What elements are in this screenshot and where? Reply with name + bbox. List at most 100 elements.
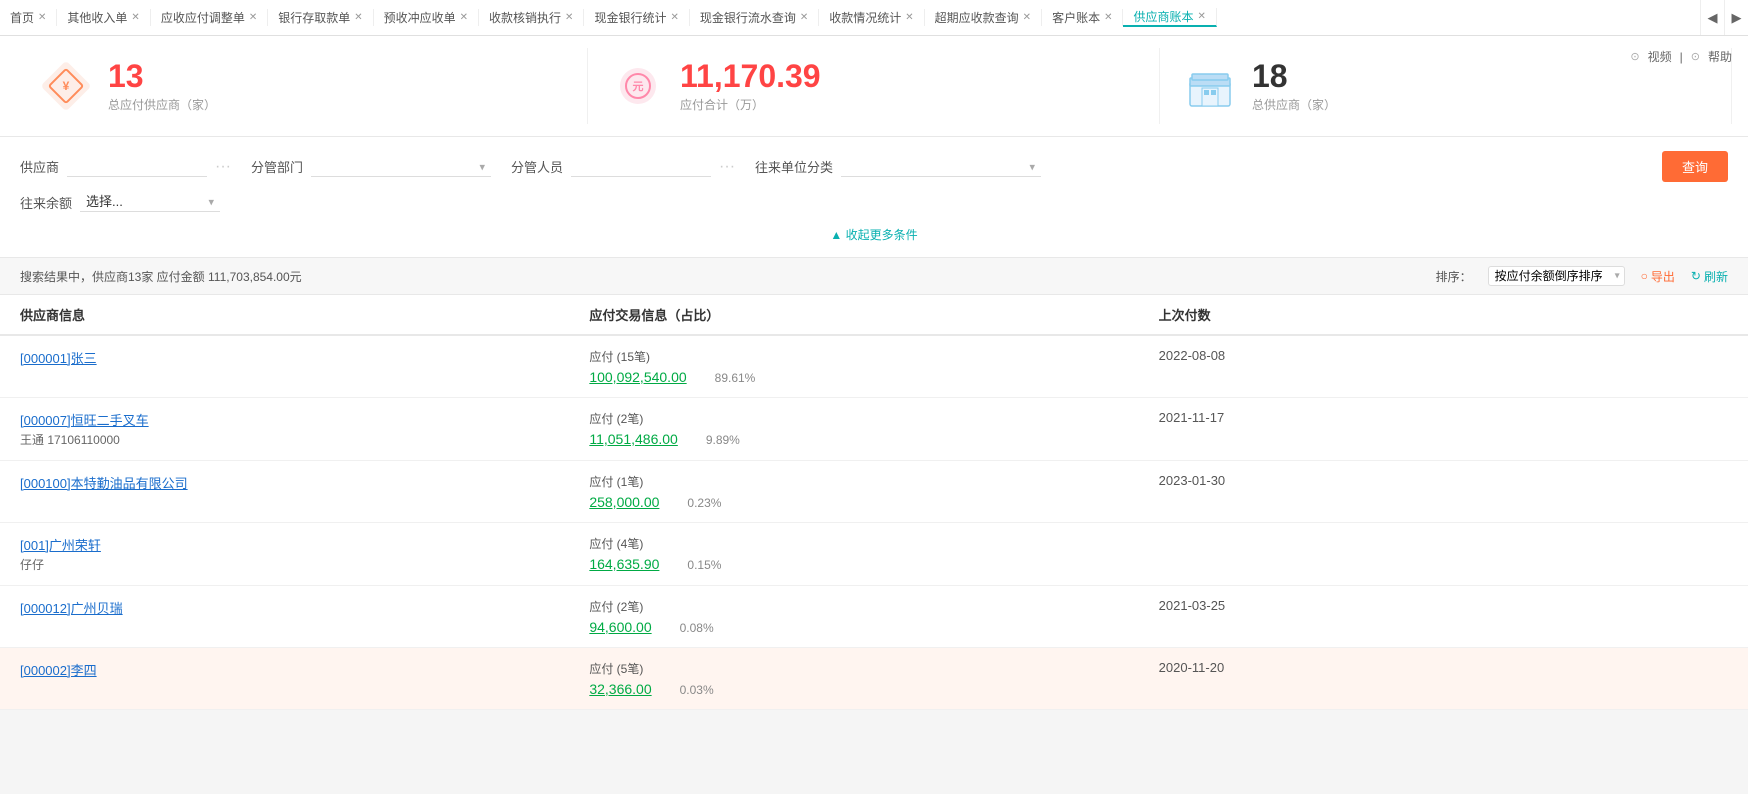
person-dots-icon[interactable]: ··· [719, 158, 735, 176]
search-row-1: 供应商 ··· 分管部门 分管人员 ··· 往来单位分类 查询 [20, 151, 1728, 182]
supplier-link[interactable]: [000012]广州贝瑞 [20, 601, 123, 616]
pay-amount-link[interactable]: 258,000.00 [589, 494, 659, 510]
supplier-link[interactable]: [000007]恒旺二手叉车 [20, 413, 149, 428]
supplier-dots-icon[interactable]: ··· [215, 158, 231, 176]
tab-label: 客户账本 [1052, 9, 1100, 26]
tab-close-icon[interactable]: ✕ [249, 12, 257, 23]
balance-select[interactable]: 选择... [80, 192, 220, 212]
stat-payable-total: 元 11,170.39 应付合计（万） [588, 48, 1160, 124]
sort-select[interactable]: 按应付余额倒序排序 [1488, 266, 1625, 286]
top-navigation: 首页✕其他收入单✕应收应付调整单✕银行存取款单✕预收冲应收单✕收款核销执行✕现金… [0, 0, 1748, 36]
balance-field: 往来余额 选择... [20, 192, 220, 212]
refresh-icon: ↻ [1691, 269, 1701, 283]
last-pay-cell: 2023-01-30 [1159, 473, 1728, 488]
nav-tab-payment-verify[interactable]: 收款核销执行✕ [479, 9, 584, 26]
tab-close-icon[interactable]: ✕ [460, 12, 468, 23]
export-button[interactable]: ○ 导出 [1641, 268, 1675, 285]
stat-payable-suppliers: ¥ 13 总应付供应商（家） [16, 48, 588, 124]
results-summary: 搜索结果中，供应商13家 应付金额 111,703,854.00元 [20, 268, 302, 285]
tab-close-icon[interactable]: ✕ [1104, 12, 1112, 23]
supplier-label: 供应商 [20, 157, 59, 176]
table-row: [000100]本特勤油品有限公司 应付 (1笔) 258,000.00 0.2… [0, 461, 1748, 523]
tab-label: 收款情况统计 [829, 9, 901, 26]
pay-amount-link[interactable]: 164,635.90 [589, 556, 659, 572]
tab-close-icon[interactable]: ✕ [354, 12, 362, 23]
supplier-input[interactable] [67, 157, 207, 177]
supplier-sub: 王通 17106110000 [20, 431, 589, 448]
unit-type-select[interactable] [841, 157, 1041, 177]
nav-tab-receipt-stats[interactable]: 收款情况统计 ✕ [819, 9, 924, 26]
stat-payable-suppliers-text: 13 总应付供应商（家） [108, 59, 567, 113]
tab-close-icon[interactable]: ✕ [1023, 12, 1031, 23]
nav-tab-customer-ledger[interactable]: 客户账本 ✕ [1042, 9, 1123, 26]
nav-tab-other-income[interactable]: 其他收入单✕ [57, 9, 150, 26]
nav-next-arrow[interactable]: ▶ [1724, 0, 1748, 36]
stat-payable-total-label: 应付合计（万） [680, 96, 1139, 113]
video-link[interactable]: 视频 [1648, 48, 1672, 65]
supplier-link[interactable]: [000100]本特勤油品有限公司 [20, 476, 188, 491]
table-row: [001]广州荣轩 仔仔 应付 (4笔) 164,635.90 0.15% [0, 523, 1748, 586]
pay-percent: 89.61% [715, 371, 756, 385]
unit-type-field: 往来单位分类 [755, 157, 1041, 177]
svg-text:元: 元 [633, 80, 644, 93]
person-input[interactable] [571, 157, 711, 177]
nav-tab-pre-receivable[interactable]: 预收冲应收单✕ [374, 9, 479, 26]
nav-tab-supplier-ledger[interactable]: 供应商账本 ✕ [1123, 8, 1216, 27]
nav-tab-home[interactable]: 首页✕ [0, 9, 57, 26]
pay-percent: 9.89% [706, 433, 740, 447]
stat-payable-suppliers-label: 总应付供应商（家） [108, 96, 567, 113]
pay-label: 应付 (2笔) [589, 598, 1158, 615]
supplier-link[interactable]: [000001]张三 [20, 351, 97, 366]
tab-close-icon[interactable]: ✕ [800, 12, 808, 23]
col-header-lastpay: 上次付数 [1159, 305, 1728, 324]
nav-tab-bank-deposit[interactable]: 银行存取款单✕ [268, 9, 373, 26]
tab-close-icon[interactable]: ✕ [905, 12, 913, 23]
tab-close-icon[interactable]: ✕ [131, 12, 139, 23]
top-right-links: ⊙ 视频 | ⊙ 帮助 [1630, 48, 1732, 65]
help-link[interactable]: 帮助 [1708, 48, 1732, 65]
pay-amount-link[interactable]: 11,051,486.00 [589, 431, 678, 447]
collapse-bar[interactable]: ▲ 收起更多条件 [20, 222, 1728, 247]
pay-info-cell: 应付 (1笔) 258,000.00 0.23% [589, 473, 1158, 510]
dept-label: 分管部门 [251, 157, 303, 176]
nav-tab-cash-bank-flow[interactable]: 现金银行流水查询 ✕ [690, 9, 819, 26]
tab-close-icon[interactable]: ✕ [1197, 11, 1205, 22]
supplier-link[interactable]: [000002]李四 [20, 663, 97, 678]
table-row: [000007]恒旺二手叉车 王通 17106110000 应付 (2笔) 11… [0, 398, 1748, 461]
pay-label: 应付 (5笔) [589, 660, 1158, 677]
nav-tab-cash-bank-stats[interactable]: 现金银行统计✕ [584, 9, 689, 26]
sort-label: 排序： [1436, 268, 1472, 285]
supplier-link[interactable]: [001]广州荣轩 [20, 538, 101, 553]
pay-info-cell: 应付 (5笔) 32,366.00 0.03% [589, 660, 1158, 697]
pay-amount-link[interactable]: 100,092,540.00 [589, 369, 686, 385]
pay-info-cell: 应付 (2笔) 11,051,486.00 9.89% [589, 410, 1158, 447]
last-pay-date: 2022-08-08 [1159, 344, 1226, 363]
table-row: [000012]广州贝瑞 应付 (2笔) 94,600.00 0.08% 202… [0, 586, 1748, 648]
tab-label: 现金银行流水查询 [700, 9, 796, 26]
query-button[interactable]: 查询 [1662, 151, 1728, 182]
dept-select[interactable] [311, 157, 491, 177]
balance-label: 往来余额 [20, 193, 72, 212]
results-bar: 搜索结果中，供应商13家 应付金额 111,703,854.00元 排序： 按应… [0, 258, 1748, 295]
tab-close-icon[interactable]: ✕ [670, 12, 678, 23]
pay-amount-link[interactable]: 32,366.00 [589, 681, 651, 697]
export-label: 导出 [1651, 268, 1675, 285]
circle-icon: ⊙ [1630, 50, 1639, 63]
nav-tab-overdue-query[interactable]: 超期应收款查询 ✕ [925, 9, 1042, 26]
nav-prev-arrow[interactable]: ◀ [1700, 0, 1724, 36]
supplier-info-cell: [000012]广州贝瑞 [20, 598, 589, 617]
pay-amount-row: 94,600.00 0.08% [589, 615, 1158, 635]
stat-payable-total-number: 11,170.39 [680, 59, 1139, 94]
tab-close-icon[interactable]: ✕ [38, 12, 46, 23]
search-area: 供应商 ··· 分管部门 分管人员 ··· 往来单位分类 查询 [0, 137, 1748, 258]
nav-tab-ar-ap-adjust[interactable]: 应收应付调整单✕ [151, 9, 268, 26]
tab-label: 超期应收款查询 [935, 9, 1019, 26]
tab-close-icon[interactable]: ✕ [565, 12, 573, 23]
leaf-pink-icon: 元 [608, 56, 668, 116]
tab-label: 供应商账本 [1133, 8, 1193, 25]
last-pay-cell: 2021-11-17 [1159, 410, 1728, 425]
pay-percent: 0.03% [680, 683, 714, 697]
col-header-payinfo: 应付交易信息（占比） [589, 305, 1158, 324]
refresh-button[interactable]: ↻ 刷新 [1691, 268, 1728, 285]
pay-amount-link[interactable]: 94,600.00 [589, 619, 651, 635]
